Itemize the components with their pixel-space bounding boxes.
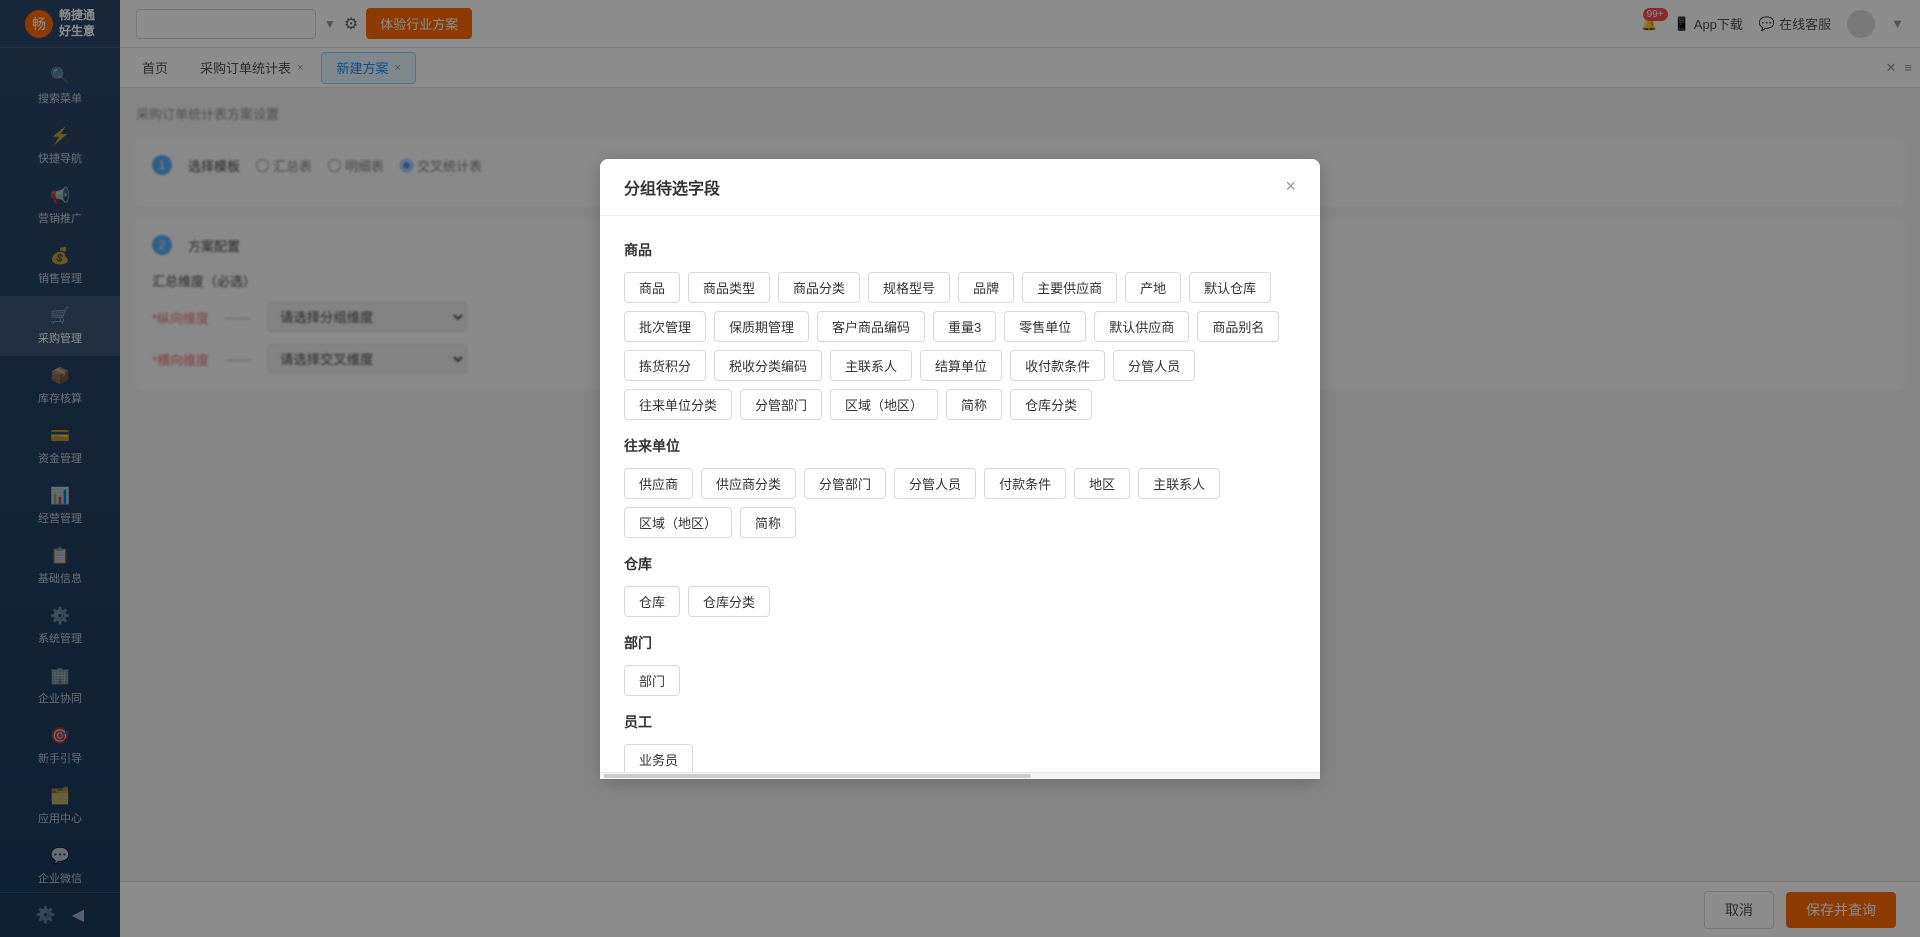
section-title-partner: 往来单位	[624, 436, 1296, 456]
field-tag-结算单位[interactable]: 结算单位	[920, 350, 1002, 381]
field-tag-商品类型[interactable]: 商品类型	[688, 272, 770, 303]
field-tag-商品别名[interactable]: 商品别名	[1197, 311, 1279, 342]
field-tag-规格型号[interactable]: 规格型号	[868, 272, 950, 303]
field-tag-保质期管理[interactable]: 保质期管理	[714, 311, 809, 342]
field-tag-分管人员[interactable]: 分管人员	[894, 468, 976, 499]
field-tag-简称[interactable]: 简称	[740, 507, 796, 538]
field-tag-仓库分类[interactable]: 仓库分类	[1010, 389, 1092, 420]
field-tag-主要供应商[interactable]: 主要供应商	[1022, 272, 1117, 303]
modal-dialog: 分组待选字段 × 商品商品商品类型商品分类规格型号品牌主要供应商产地默认仓库批次…	[600, 159, 1320, 779]
field-tag-主联系人[interactable]: 主联系人	[1138, 468, 1220, 499]
field-tag-拣货积分[interactable]: 拣货积分	[624, 350, 706, 381]
section-title-employee: 员工	[624, 712, 1296, 732]
field-tag-业务员[interactable]: 业务员	[624, 744, 693, 773]
scrollbar-thumb	[604, 774, 1031, 778]
field-tag-付款条件[interactable]: 付款条件	[984, 468, 1066, 499]
field-tag-客户商品编码[interactable]: 客户商品编码	[817, 311, 925, 342]
field-tag-产地[interactable]: 产地	[1125, 272, 1181, 303]
field-tag-区域-地区-[interactable]: 区域（地区）	[624, 507, 732, 538]
field-tag-默认供应商[interactable]: 默认供应商	[1094, 311, 1189, 342]
field-group-employee: 业务员	[624, 744, 1296, 773]
modal-close-btn[interactable]: ×	[1285, 176, 1296, 197]
modal-horizontal-scrollbar[interactable]	[600, 772, 1320, 778]
field-tag-供应商[interactable]: 供应商	[624, 468, 693, 499]
section-title-warehouse: 仓库	[624, 554, 1296, 574]
modal-body: 商品商品商品类型商品分类规格型号品牌主要供应商产地默认仓库批次管理保质期管理客户…	[600, 216, 1320, 773]
field-tag-仓库分类[interactable]: 仓库分类	[688, 586, 770, 617]
section-title-goods: 商品	[624, 240, 1296, 260]
field-tag-默认仓库[interactable]: 默认仓库	[1189, 272, 1271, 303]
field-group-goods: 商品商品类型商品分类规格型号品牌主要供应商产地默认仓库批次管理保质期管理客户商品…	[624, 272, 1296, 420]
field-tag-分管部门[interactable]: 分管部门	[804, 468, 886, 499]
modal-header: 分组待选字段 ×	[600, 159, 1320, 216]
field-tag-分管部门[interactable]: 分管部门	[740, 389, 822, 420]
field-tag-区域-地区-[interactable]: 区域（地区）	[830, 389, 938, 420]
modal-title: 分组待选字段	[624, 175, 720, 199]
modal-overlay: 分组待选字段 × 商品商品商品类型商品分类规格型号品牌主要供应商产地默认仓库批次…	[0, 0, 1920, 937]
field-tag-简称[interactable]: 简称	[946, 389, 1002, 420]
field-tag-品牌[interactable]: 品牌	[958, 272, 1014, 303]
field-tag-仓库[interactable]: 仓库	[624, 586, 680, 617]
field-tag-批次管理[interactable]: 批次管理	[624, 311, 706, 342]
field-group-partner: 供应商供应商分类分管部门分管人员付款条件地区主联系人区域（地区） 简称	[624, 468, 1296, 538]
field-tag-收付款条件[interactable]: 收付款条件	[1010, 350, 1105, 381]
field-tag-部门[interactable]: 部门	[624, 665, 680, 696]
field-group-department: 部门	[624, 665, 1296, 696]
field-tag-分管人员[interactable]: 分管人员	[1113, 350, 1195, 381]
field-tag-供应商分类[interactable]: 供应商分类	[701, 468, 796, 499]
field-tag-主联系人[interactable]: 主联系人	[830, 350, 912, 381]
field-tag-商品[interactable]: 商品	[624, 272, 680, 303]
section-title-department: 部门	[624, 633, 1296, 653]
field-tag-往来单位分类[interactable]: 往来单位分类	[624, 389, 732, 420]
field-tag-商品分类[interactable]: 商品分类	[778, 272, 860, 303]
field-tag-重量3[interactable]: 重量3	[933, 311, 996, 342]
field-tag-税收分类编码[interactable]: 税收分类编码	[714, 350, 822, 381]
field-tag-地区[interactable]: 地区	[1074, 468, 1130, 499]
field-group-warehouse: 仓库仓库分类	[624, 586, 1296, 617]
field-tag-零售单位[interactable]: 零售单位	[1004, 311, 1086, 342]
